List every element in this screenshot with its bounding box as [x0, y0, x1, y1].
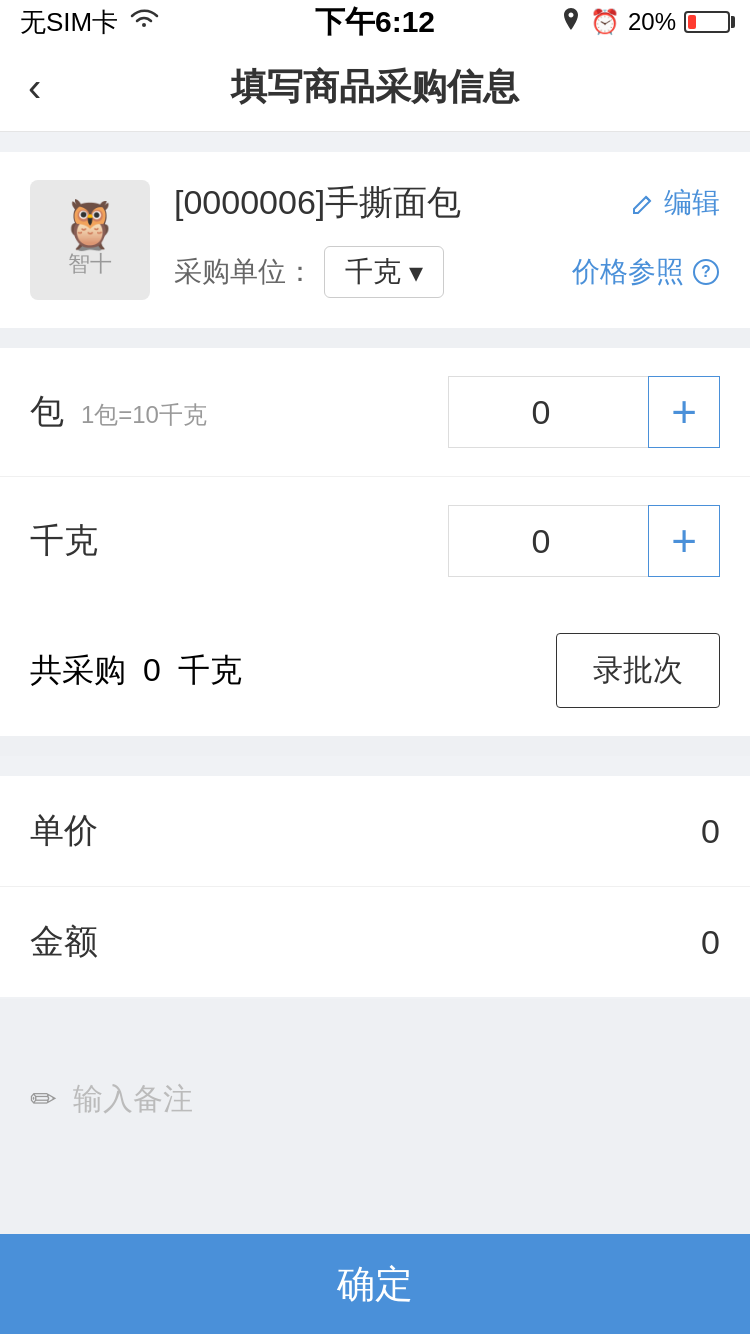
bag-label: 包 [30, 392, 64, 430]
bag-label-group: 包 1包=10千克 [30, 389, 448, 435]
confirm-label: 确定 [337, 1259, 413, 1310]
unit-dropdown-icon: ▾ [409, 256, 423, 289]
main-content: 🦉 智十 [0000006]手撕面包 编辑 采购单位： [0, 152, 750, 1334]
status-bar: 无SIM卡 下午6:12 ⏰ 20% [0, 0, 750, 44]
carrier-text: 无SIM卡 [20, 5, 118, 40]
unit-select[interactable]: 千克 ▾ [324, 246, 444, 298]
kg-label: 千克 [30, 521, 98, 559]
battery-text: 20% [628, 8, 676, 36]
product-image-owl: 🦉 [60, 201, 120, 249]
product-name: [0000006]手撕面包 [174, 180, 461, 226]
bag-plus-button[interactable]: + [648, 376, 720, 448]
record-batch-button[interactable]: 录批次 [556, 633, 720, 708]
total-row: 共采购 0 千克 录批次 [0, 605, 750, 736]
remarks-placeholder: 输入备注 [73, 1079, 193, 1120]
kg-quantity-input[interactable] [448, 505, 648, 577]
location-icon [560, 7, 582, 37]
pricing-section: 单价 0 金额 0 [0, 776, 750, 997]
status-bar-right: ⏰ 20% [560, 7, 730, 37]
divider-2 [0, 736, 750, 756]
total-value: 0 [143, 652, 161, 688]
total-text: 共采购 0 千克 [30, 649, 242, 693]
bag-quantity-input[interactable] [448, 376, 648, 448]
svg-text:?: ? [701, 263, 711, 280]
total-unit: 千克 [178, 652, 242, 688]
page-title: 填写商品采购信息 [231, 63, 519, 112]
input-section: 包 1包=10千克 + 千克 + [0, 348, 750, 605]
unit-price-label: 单价 [30, 808, 98, 854]
unit-label: 采购单位： [174, 253, 314, 291]
amount-value: 0 [701, 923, 720, 962]
price-ref-button[interactable]: 价格参照 ? [572, 253, 720, 291]
total-label: 共采购 [30, 652, 126, 688]
kg-label-group: 千克 [30, 518, 448, 564]
amount-label: 金额 [30, 919, 98, 965]
bag-input-row: 包 1包=10千克 + [0, 348, 750, 477]
back-button[interactable]: ‹ [28, 65, 41, 110]
unit-price-row: 单价 0 [0, 776, 750, 887]
wifi-icon [128, 7, 160, 38]
kg-input-row: 千克 + [0, 477, 750, 605]
edit-label: 编辑 [664, 184, 720, 222]
product-header: [0000006]手撕面包 编辑 [174, 180, 720, 226]
divider-1 [0, 328, 750, 348]
bag-input-control: + [448, 376, 720, 448]
kg-plus-button[interactable]: + [648, 505, 720, 577]
product-card: 🦉 智十 [0000006]手撕面包 编辑 采购单位： [0, 152, 750, 328]
product-info: [0000006]手撕面包 编辑 采购单位： 千克 ▾ [174, 180, 720, 298]
edit-button[interactable]: 编辑 [630, 184, 720, 222]
product-image-label: 智十 [60, 249, 120, 279]
unit-price-value: 0 [701, 812, 720, 851]
unit-value: 千克 [345, 253, 401, 291]
alarm-icon: ⏰ [590, 8, 620, 36]
product-unit-row: 采购单位： 千克 ▾ 价格参照 ? [174, 246, 720, 298]
bag-sublabel: 1包=10千克 [81, 401, 207, 428]
product-image: 🦉 智十 [30, 180, 150, 300]
pencil-icon: ✏ [30, 1080, 57, 1118]
amount-row: 金额 0 [0, 887, 750, 997]
nav-bar: ‹ 填写商品采购信息 [0, 44, 750, 132]
price-ref-label: 价格参照 [572, 253, 684, 291]
kg-input-control: + [448, 505, 720, 577]
status-bar-time: 下午6:12 [315, 2, 435, 43]
remarks-section[interactable]: ✏ 输入备注 [0, 999, 750, 1199]
confirm-bar[interactable]: 确定 [0, 1234, 750, 1334]
status-bar-left: 无SIM卡 [20, 5, 160, 40]
battery-icon [684, 11, 730, 33]
